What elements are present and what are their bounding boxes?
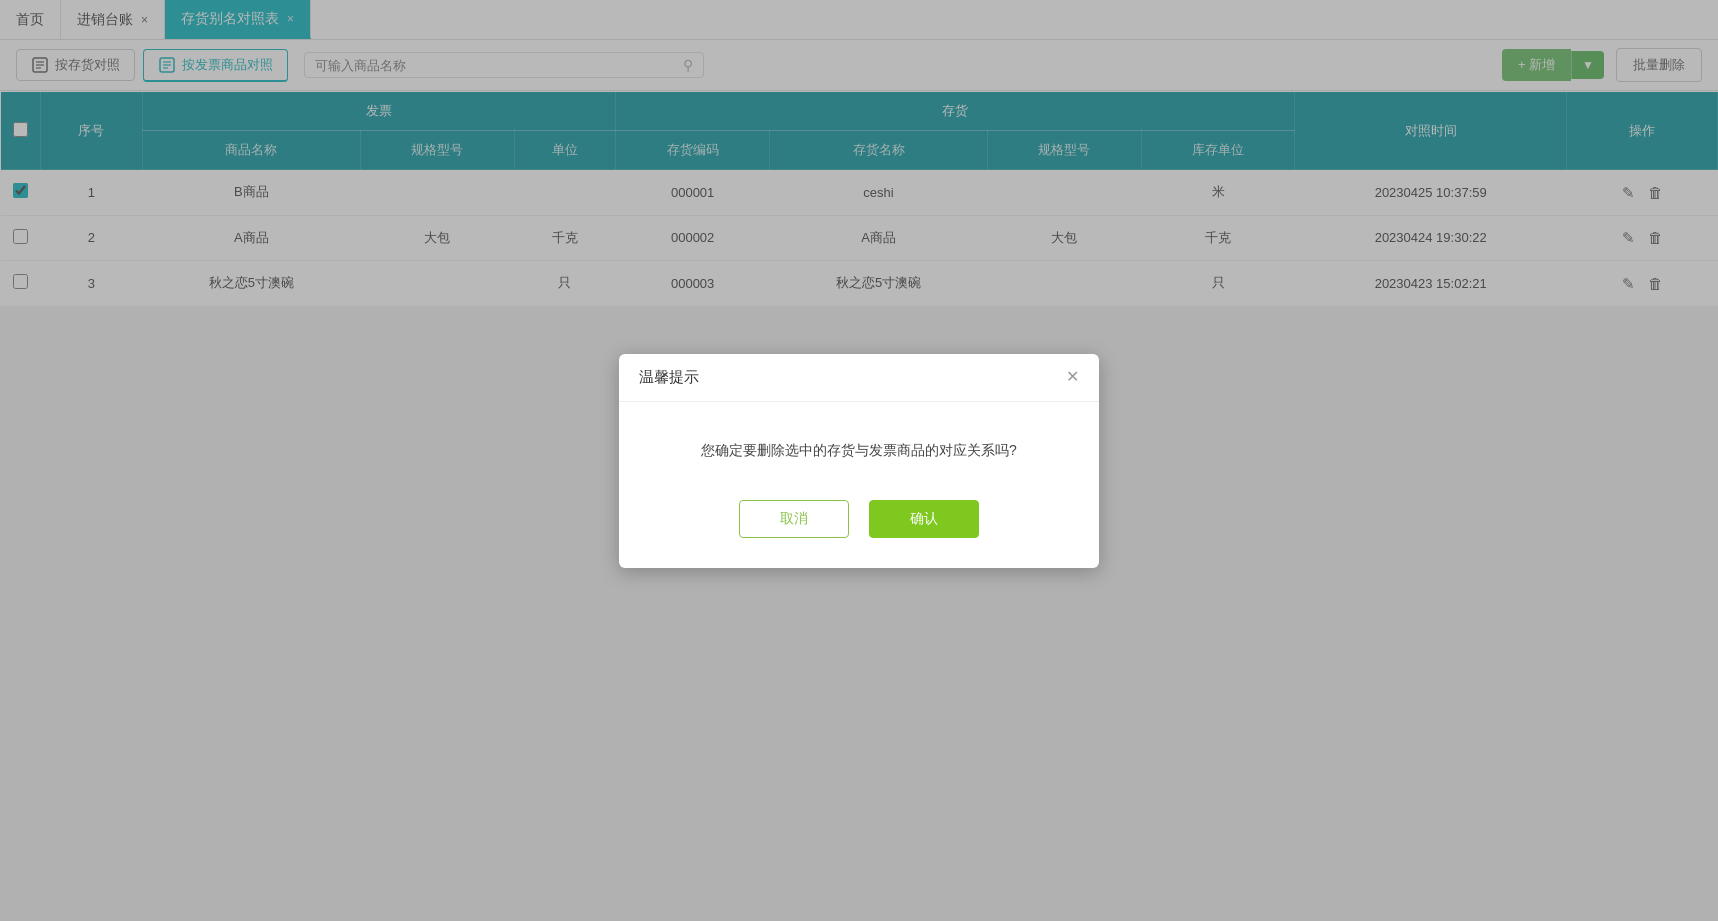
modal-overlay: 温馨提示 ✕ 您确定要删除选中的存货与发票商品的对应关系吗? 取消 确认 (0, 0, 1718, 307)
